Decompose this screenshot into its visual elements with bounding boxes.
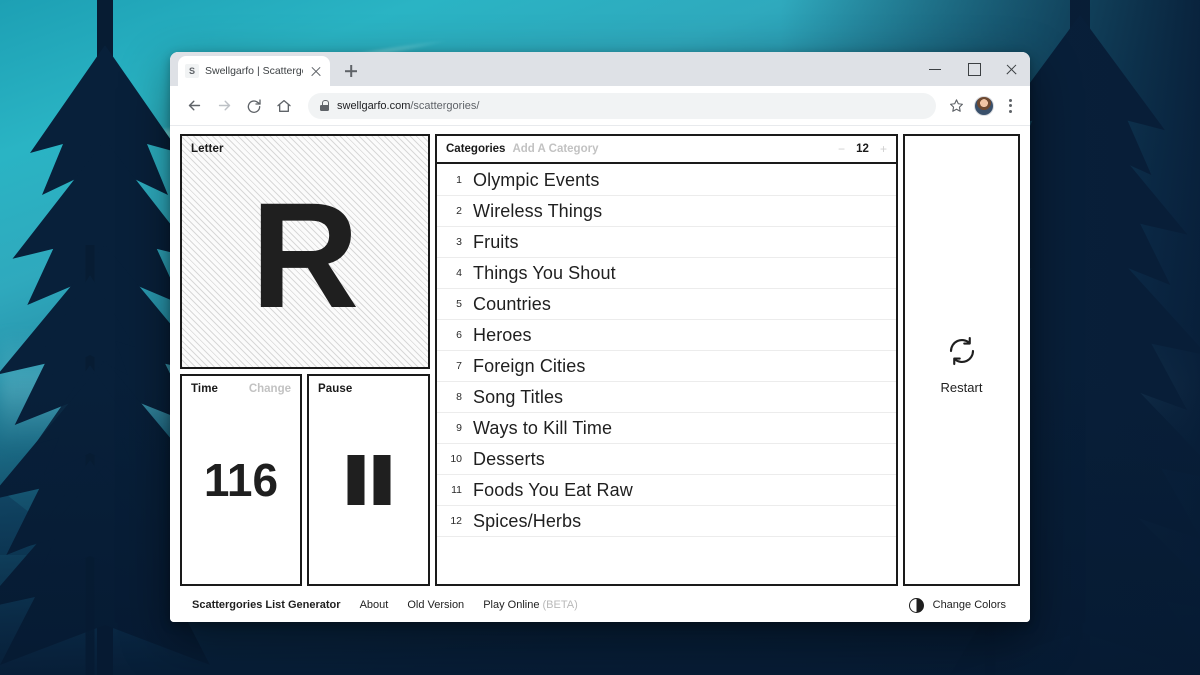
footer-link-play-online[interactable]: Play Online (BETA) [483, 599, 578, 611]
increment-categories-button[interactable]: + [879, 143, 888, 155]
play-online-label: Play Online [483, 599, 539, 611]
time-panel-label: Time [191, 383, 218, 395]
footer-right: Change Colors [909, 598, 1006, 613]
footer-brand: Scattergories List Generator [192, 599, 341, 611]
time-value: 116 [182, 457, 300, 503]
pause-panel-label: Pause [318, 383, 352, 395]
list-item-label: Olympic Events [473, 170, 599, 191]
footer-link-about[interactable]: About [360, 599, 389, 611]
list-item-number: 8 [445, 391, 462, 403]
categories-list: 1 Olympic Events 2 Wireless Things 3 Fru… [437, 164, 896, 584]
change-time-link[interactable]: Change [249, 383, 291, 395]
kebab-menu-icon[interactable] [1000, 99, 1020, 113]
tab-close-icon[interactable] [309, 64, 323, 78]
letter-panel[interactable]: Letter R [180, 134, 430, 369]
list-item-label: Foods You Eat Raw [473, 480, 633, 501]
page-footer: Scattergories List Generator About Old V… [180, 588, 1020, 622]
app-grid: Letter R Time Change 116 Pause [180, 134, 1020, 588]
list-item-number: 7 [445, 360, 462, 372]
list-item-label: Heroes [473, 325, 532, 346]
address-bar[interactable]: swellgarfo.com/scattergories/ [308, 93, 936, 119]
play-online-beta-badge: (BETA) [543, 599, 578, 611]
list-item-label: Song Titles [473, 387, 563, 408]
restart-panel[interactable]: Restart [903, 134, 1020, 586]
list-item-number: 10 [445, 453, 462, 465]
list-item-label: Things You Shout [473, 263, 616, 284]
change-colors-button[interactable]: Change Colors [933, 599, 1006, 611]
list-item[interactable]: 5 Countries [437, 289, 896, 320]
tab-title: Swellgarfo | Scattergories List Ge [205, 65, 303, 77]
maximize-icon[interactable] [954, 52, 992, 86]
list-item-label: Countries [473, 294, 551, 315]
tab-strip: S Swellgarfo | Scattergories List Ge [170, 52, 1030, 86]
avatar[interactable] [974, 96, 994, 116]
list-item-label: Desserts [473, 449, 545, 470]
footer-link-old-version[interactable]: Old Version [407, 599, 464, 611]
pause-icon[interactable] [347, 455, 390, 505]
browser-toolbar: swellgarfo.com/scattergories/ [170, 86, 1030, 126]
pause-panel[interactable]: Pause [307, 374, 430, 586]
categories-title: Categories [446, 143, 505, 155]
browser-tab[interactable]: S Swellgarfo | Scattergories List Ge [178, 56, 330, 86]
list-item-number: 3 [445, 236, 462, 248]
categories-panel: Categories Add A Category − 12 + 1 [435, 134, 898, 586]
list-item-label: Spices/Herbs [473, 511, 581, 532]
contrast-icon[interactable] [909, 598, 924, 613]
category-count-value: 12 [855, 143, 870, 155]
forward-arrow-icon[interactable] [210, 92, 238, 120]
timer-row: Time Change 116 Pause [180, 374, 430, 586]
list-item-number: 9 [445, 422, 462, 434]
url-text: swellgarfo.com/scattergories/ [337, 100, 479, 112]
list-item-number: 1 [445, 174, 462, 186]
desktop-wallpaper: S Swellgarfo | Scattergories List Ge [0, 0, 1200, 675]
list-item-number: 2 [445, 205, 462, 217]
new-tab-button[interactable] [338, 58, 364, 84]
list-item-number: 6 [445, 329, 462, 341]
list-item-label: Foreign Cities [473, 356, 585, 377]
back-arrow-icon[interactable] [180, 92, 208, 120]
list-item[interactable]: 12 Spices/Herbs [437, 506, 896, 537]
list-item-number: 12 [445, 515, 462, 527]
list-item[interactable]: 3 Fruits [437, 227, 896, 258]
left-column: Letter R Time Change 116 Pause [180, 134, 430, 586]
browser-window: S Swellgarfo | Scattergories List Ge [170, 52, 1030, 622]
list-item[interactable]: 6 Heroes [437, 320, 896, 351]
list-item[interactable]: 7 Foreign Cities [437, 351, 896, 382]
decrement-categories-button[interactable]: − [837, 143, 846, 155]
categories-header: Categories Add A Category − 12 + [437, 136, 896, 164]
category-count-stepper: − 12 + [837, 143, 888, 155]
window-controls [916, 52, 1030, 86]
list-item-number: 11 [445, 484, 462, 496]
restart-column: Restart [903, 134, 1020, 586]
list-item[interactable]: 4 Things You Shout [437, 258, 896, 289]
list-item-number: 4 [445, 267, 462, 279]
page-content: Letter R Time Change 116 Pause [170, 126, 1030, 622]
categories-column: Categories Add A Category − 12 + 1 [435, 134, 898, 586]
restart-label: Restart [941, 380, 983, 395]
lock-icon [320, 100, 329, 111]
tab-favicon: S [185, 64, 199, 78]
add-category-button[interactable]: Add A Category [512, 143, 598, 155]
url-domain: swellgarfo.com [337, 100, 410, 112]
minimize-icon[interactable] [916, 52, 954, 86]
list-item[interactable]: 10 Desserts [437, 444, 896, 475]
list-item[interactable]: 9 Ways to Kill Time [437, 413, 896, 444]
list-item[interactable]: 1 Olympic Events [437, 165, 896, 196]
time-panel[interactable]: Time Change 116 [180, 374, 302, 586]
letter-value: R [182, 136, 428, 367]
refresh-icon[interactable] [947, 336, 977, 366]
close-window-icon[interactable] [992, 52, 1030, 86]
list-item-label: Ways to Kill Time [473, 418, 612, 439]
list-item-number: 5 [445, 298, 462, 310]
url-path: /scattergories/ [410, 100, 479, 112]
list-item-label: Fruits [473, 232, 519, 253]
reload-icon[interactable] [240, 92, 268, 120]
pine-tree-left-far [30, 245, 150, 675]
star-icon[interactable] [944, 94, 968, 118]
list-item-label: Wireless Things [473, 201, 602, 222]
list-item[interactable]: 2 Wireless Things [437, 196, 896, 227]
list-item[interactable]: 11 Foods You Eat Raw [437, 475, 896, 506]
home-icon[interactable] [270, 92, 298, 120]
list-item[interactable]: 8 Song Titles [437, 382, 896, 413]
